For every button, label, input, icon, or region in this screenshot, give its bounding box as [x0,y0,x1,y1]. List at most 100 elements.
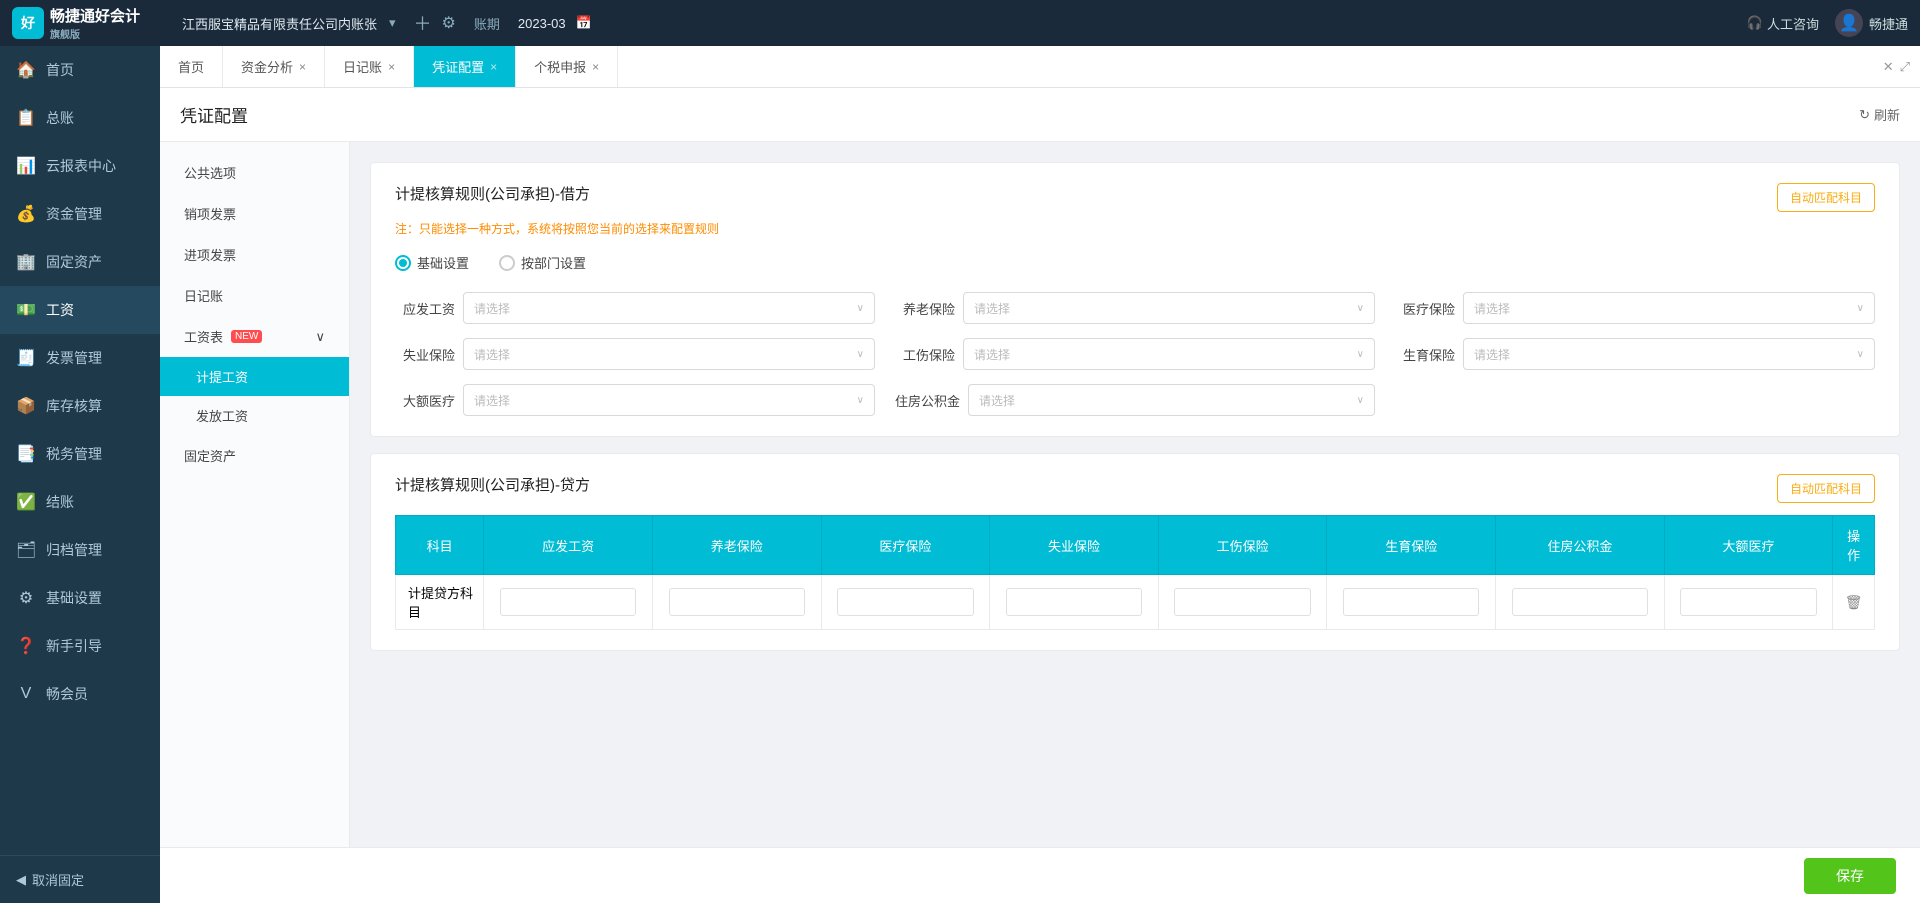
cancel-fixed-button[interactable]: ◀ 取消固定 [0,855,160,903]
radio-basic-settings[interactable]: 基础设置 [395,253,469,272]
user-menu[interactable]: 👤 畅捷通 [1835,9,1908,37]
sidebar-item-funds[interactable]: 💰 资金管理 [0,190,160,238]
sidebar-item-ledger[interactable]: 📋 总账 [0,94,160,142]
maximize-icon[interactable]: ⤢ [1900,59,1910,75]
sidebar-label-reports: 云报表中心 [46,156,116,176]
select-gongshang-placeholder: 请选择 [974,346,1010,363]
sidebar-item-settings[interactable]: ⚙ 基础设置 [0,574,160,622]
company-name: 江西服宝精品有限责任公司内账张 [182,14,377,33]
service-label: 人工咨询 [1767,14,1819,33]
td-delete[interactable]: 🗑 [1833,575,1875,630]
select-gongshang[interactable]: 请选择 ∨ [963,338,1375,370]
sidebar-item-vip[interactable]: V 畅会员 [0,670,160,718]
select-yiliao[interactable]: 请选择 ∨ [1463,292,1875,324]
input-daejiyiliao[interactable] [1680,588,1816,616]
sidebar-item-assets[interactable]: 🏢 固定资产 [0,238,160,286]
label-gongshang: 工伤保险 [895,345,955,364]
input-yiliao[interactable] [837,588,973,616]
save-button[interactable]: 保存 [1804,858,1896,894]
close-accounts-icon: ✅ [16,492,36,512]
service-button[interactable]: 🎧 人工咨询 [1747,14,1819,33]
sidebar-item-payroll[interactable]: 💵 工资 [0,286,160,334]
settings-icon[interactable]: ⚙ [442,13,456,33]
nav-journal[interactable]: 日记账 [160,275,349,316]
input-shiye[interactable] [1006,588,1142,616]
radio-basic-dot [399,259,407,267]
credit-auto-match-button[interactable]: 自动匹配科目 [1777,474,1875,503]
page-title: 凭证配置 [180,102,248,127]
debit-title: 计提核算规则(公司承担)-借方 [395,183,590,204]
radio-basic-circle [395,255,411,271]
delete-row-button[interactable]: 🗑 [1845,594,1863,610]
label-shengyu: 生育保险 [1395,345,1455,364]
nav-pay-payroll[interactable]: 发放工资 [160,396,349,435]
sidebar-item-guide[interactable]: ❓ 新手引导 [0,622,160,670]
chevron-down-icon: ∨ [315,329,325,345]
select-yanglao[interactable]: 请选择 ∨ [963,292,1375,324]
input-zhufang[interactable] [1512,588,1648,616]
app-name: 畅捷通好会计 [50,5,140,26]
sidebar-item-reports[interactable]: 📊 云报表中心 [0,142,160,190]
nav-purchase-invoice[interactable]: 进项发票 [160,234,349,275]
debit-form-grid: 应发工资 请选择 ∨ 养老保险 请选择 ∨ [395,292,1875,416]
company-dropdown-icon[interactable]: ▾ [389,15,396,31]
field-yingfa: 应发工资 请选择 ∨ [395,292,875,324]
tab-journal[interactable]: 日记账 × [325,46,414,87]
select-zhufang[interactable]: 请选择 ∨ [968,384,1375,416]
tab-home-label: 首页 [178,57,204,76]
sidebar-item-inventory[interactable]: 📦 库存核算 [0,382,160,430]
td-yanglao[interactable] [652,575,821,630]
tab-funds-close[interactable]: × [299,60,306,74]
td-shengyu[interactable] [1327,575,1496,630]
nav-public-options[interactable]: 公共选项 [160,152,349,193]
td-gongshang[interactable] [1158,575,1327,630]
td-daejiyiliao[interactable] [1664,575,1833,630]
tab-tax[interactable]: 个税申报 × [516,46,618,87]
tab-home[interactable]: 首页 [160,46,223,87]
period-value: 2023-03 [518,16,566,31]
sidebar-item-invoice[interactable]: 🧾 发票管理 [0,334,160,382]
input-yingfa[interactable] [500,588,636,616]
add-account-button[interactable]: ＋ [414,10,432,36]
refresh-icon: ↻ [1859,107,1870,123]
user-name: 畅捷通 [1869,14,1908,33]
select-yingfa[interactable]: 请选择 ∨ [463,292,875,324]
sidebar-item-archive[interactable]: 🗂 归档管理 [0,526,160,574]
sidebar-item-home[interactable]: 🏠 首页 [0,46,160,94]
close-tab-icon[interactable]: ✕ [1883,59,1894,75]
refresh-button[interactable]: ↻ 刷新 [1859,105,1900,124]
nav-sales-invoice[interactable]: 销项发票 [160,193,349,234]
payroll-table-label: 工资表 [184,327,223,346]
debit-auto-match-button[interactable]: 自动匹配科目 [1777,183,1875,212]
td-shiye[interactable] [990,575,1159,630]
input-shengyu[interactable] [1343,588,1479,616]
input-gongshang[interactable] [1174,588,1310,616]
nav-fixed-assets[interactable]: 固定资产 [160,435,349,476]
tab-tax-close[interactable]: × [592,60,599,74]
tab-funds[interactable]: 资金分析 × [223,46,325,87]
nav-payroll-table[interactable]: 工资表 NEW ∨ [160,316,349,357]
nav-accrual-payroll[interactable]: 计提工资 [160,357,349,396]
th-gongshang: 工伤保险 [1158,516,1327,575]
select-yiliao-arrow: ∨ [1857,303,1864,314]
select-shiye[interactable]: 请选择 ∨ [463,338,875,370]
tab-voucher[interactable]: 凭证配置 × [414,46,516,87]
td-yiliao[interactable] [821,575,990,630]
sidebar-item-tax[interactable]: 📑 税务管理 [0,430,160,478]
select-shengyu[interactable]: 请选择 ∨ [1463,338,1875,370]
td-yingfa[interactable] [484,575,653,630]
calendar-icon[interactable]: 📅 [576,15,592,31]
tab-journal-close[interactable]: × [388,60,395,74]
sidebar-item-close[interactable]: ✅ 结账 [0,478,160,526]
home-icon: 🏠 [16,60,36,80]
select-daejiyiliao[interactable]: 请选择 ∨ [463,384,875,416]
label-yanglao: 养老保险 [895,299,955,318]
credit-section: 计提核算规则(公司承担)-贷方 自动匹配科目 科目 应发工资 养老保险 医疗保险… [370,453,1900,651]
radio-dept-settings[interactable]: 按部门设置 [499,253,586,272]
tab-voucher-close[interactable]: × [490,60,497,74]
input-yanglao[interactable] [669,588,805,616]
tab-voucher-label: 凭证配置 [432,57,484,76]
archive-icon: 🗂 [16,540,36,560]
td-zhufang[interactable] [1496,575,1665,630]
select-yiliao-placeholder: 请选择 [1474,300,1510,317]
